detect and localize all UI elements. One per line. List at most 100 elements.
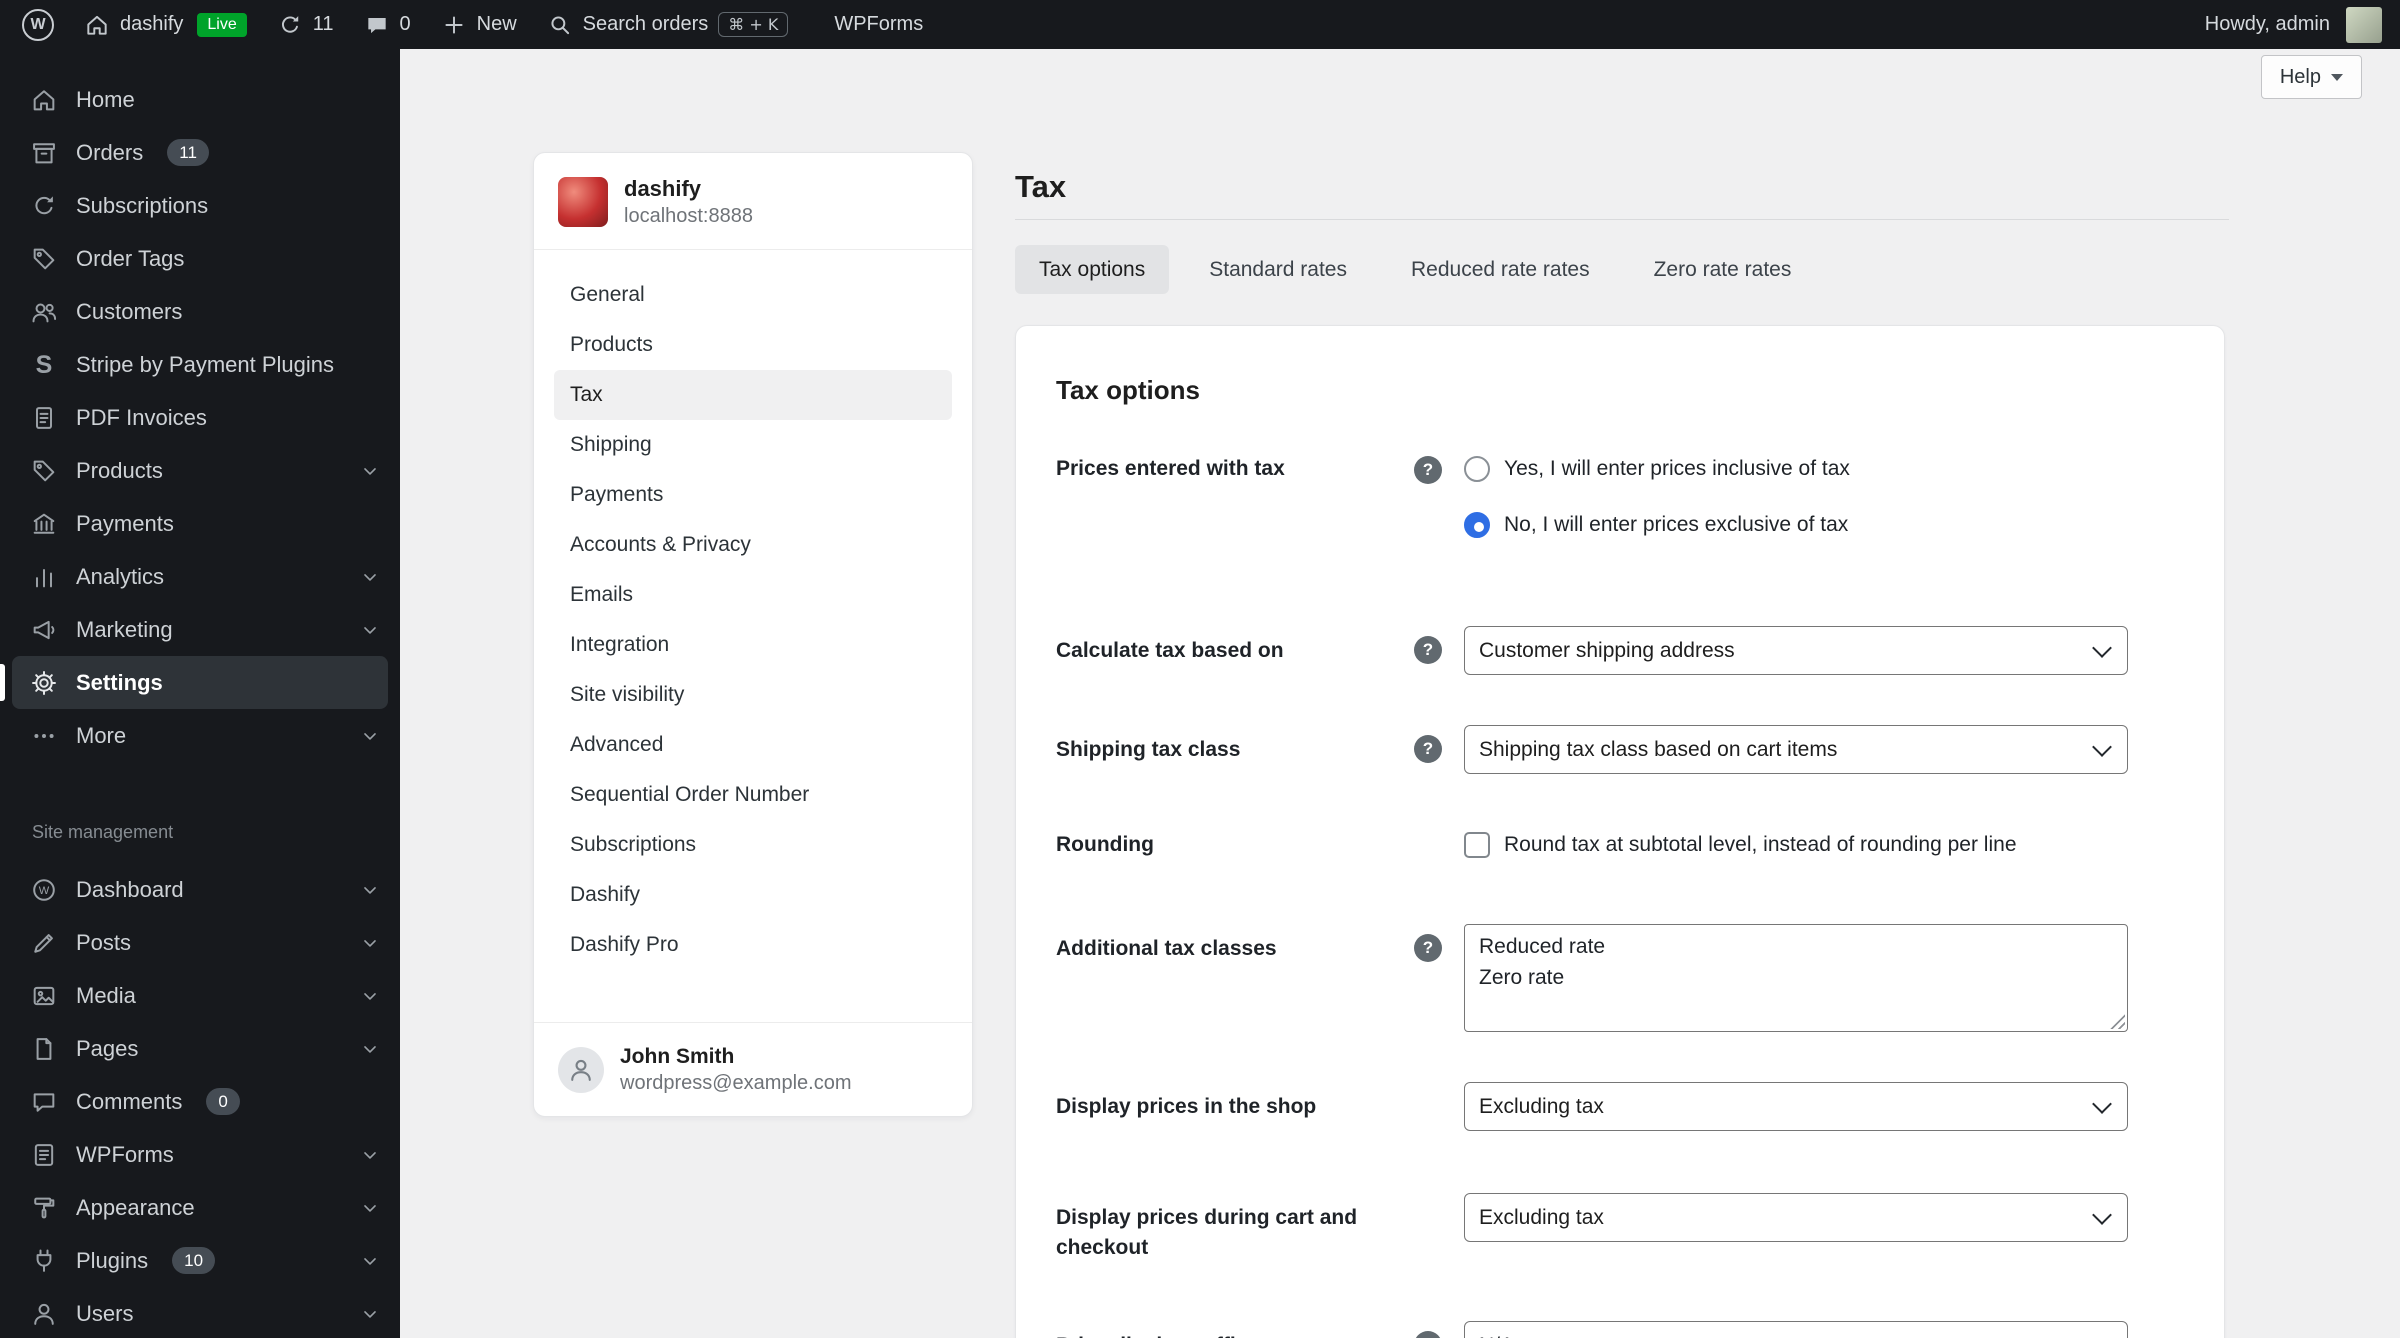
plus-icon <box>441 12 467 38</box>
sidebar-item-orders[interactable]: Orders 11 <box>0 126 400 179</box>
help-icon[interactable] <box>1414 636 1442 664</box>
chevron-down-icon <box>360 567 380 587</box>
chevron-down-icon <box>360 1251 380 1271</box>
sidebar-item-label: Stripe by Payment Plugins <box>76 351 335 377</box>
sidebar-item-label: Orders <box>76 139 144 165</box>
comments-count: 0 <box>399 13 411 35</box>
tab-reduced-rate-rates[interactable]: Reduced rate rates <box>1387 245 1614 294</box>
page-title: Tax <box>1015 169 1067 204</box>
settings-nav-site-visibility[interactable]: Site visibility <box>554 670 952 720</box>
settings-nav-integration[interactable]: Integration <box>554 620 952 670</box>
sidebar-item-pdf-invoices[interactable]: PDF Invoices <box>0 391 400 444</box>
sidebar-item-label: Dashboard <box>76 876 184 902</box>
settings-nav-advanced[interactable]: Advanced <box>554 720 952 770</box>
sidebar-item-settings[interactable]: Settings <box>0 656 388 709</box>
settings-nav-accounts-privacy[interactable]: Accounts & Privacy <box>554 520 952 570</box>
radio-prices-exclusive[interactable]: No, I will enter prices exclusive of tax <box>1464 510 2128 540</box>
search-orders-button[interactable]: Search orders ⌘ + K <box>547 12 789 38</box>
sidebar-item-label: WPForms <box>76 1141 174 1167</box>
sidebar-item-appearance[interactable]: Appearance <box>0 1181 400 1234</box>
payments-icon <box>30 510 58 538</box>
wordpress-logo-icon[interactable]: W <box>22 8 54 41</box>
pages-icon <box>30 1035 58 1063</box>
user-avatar[interactable] <box>2346 6 2382 43</box>
sidebar-item-customers[interactable]: Customers <box>0 285 400 338</box>
settings-nav-shipping[interactable]: Shipping <box>554 420 952 470</box>
site-home-link[interactable]: dashify Live <box>84 12 247 38</box>
additional-tax-classes-textarea[interactable]: Reduced rate Zero rate <box>1464 924 2128 1032</box>
settings-nav-subscriptions[interactable]: Subscriptions <box>554 820 952 870</box>
sidebar-item-pages[interactable]: Pages <box>0 1022 400 1075</box>
settings-nav-general[interactable]: General <box>554 270 952 320</box>
settings-nav-dashify[interactable]: Dashify <box>554 870 952 920</box>
sidebar-item-label: Order Tags <box>76 245 185 271</box>
sidebar-item-products[interactable]: Products <box>0 444 400 497</box>
settings-nav-emails[interactable]: Emails <box>554 570 952 620</box>
chevron-down-icon <box>360 1198 380 1218</box>
wpforms-menu[interactable]: WPForms <box>834 13 923 36</box>
new-content-button[interactable]: New <box>441 12 517 38</box>
updates-count: 11 <box>312 13 334 35</box>
field-display-prices-cart: Display prices during cart and checkout … <box>1056 1193 2184 1263</box>
radio-prices-inclusive[interactable]: Yes, I will enter prices inclusive of ta… <box>1464 454 2128 484</box>
rounding-checkbox-row[interactable]: Round tax at subtotal level, instead of … <box>1464 830 2128 860</box>
settings-nav-list: General Products Tax Shipping Payments A… <box>534 250 972 1000</box>
sidebar-item-payments[interactable]: Payments <box>0 497 400 550</box>
tab-standard-rates[interactable]: Standard rates <box>1185 245 1371 294</box>
sidebar-item-subscriptions[interactable]: Subscriptions <box>0 179 400 232</box>
user-email: wordpress@example.com <box>620 1072 852 1094</box>
comments-count-badge: 0 <box>206 1088 240 1115</box>
radio-button-checked-icon <box>1464 512 1490 538</box>
site-management-label: Site management <box>32 822 174 842</box>
sidebar-item-more[interactable]: More <box>0 709 400 762</box>
sidebar-item-wpforms[interactable]: WPForms <box>0 1128 400 1181</box>
settings-nav-payments[interactable]: Payments <box>554 470 952 520</box>
home-icon <box>84 12 110 38</box>
more-ellipsis-icon <box>30 722 58 750</box>
home-icon <box>30 86 58 114</box>
help-icon[interactable] <box>1414 735 1442 763</box>
sidebar-item-posts[interactable]: Posts <box>0 916 400 969</box>
products-icon <box>30 457 58 485</box>
sidebar-item-comments[interactable]: Comments 0 <box>0 1075 400 1128</box>
help-icon[interactable] <box>1414 1331 1442 1338</box>
rounding-option-label: Round tax at subtotal level, instead of … <box>1504 833 2017 856</box>
customers-icon <box>30 298 58 326</box>
settings-nav-sequential-order-number[interactable]: Sequential Order Number <box>554 770 952 820</box>
settings-nav-dashify-pro[interactable]: Dashify Pro <box>554 920 952 970</box>
tab-tax-options[interactable]: Tax options <box>1015 245 1170 294</box>
settings-nav-products[interactable]: Products <box>554 320 952 370</box>
sidebar-item-label: More <box>76 722 127 748</box>
sidebar-item-label: Marketing <box>76 616 173 642</box>
display-prices-shop-select[interactable]: Excluding tax <box>1464 1082 2128 1131</box>
media-icon <box>30 982 58 1010</box>
shipping-tax-class-select[interactable]: Shipping tax class based on cart items <box>1464 725 2128 774</box>
help-button[interactable]: Help <box>2260 55 2362 99</box>
help-icon[interactable] <box>1414 456 1442 484</box>
howdy-text[interactable]: Howdy, admin <box>2205 13 2330 36</box>
help-icon[interactable] <box>1414 934 1442 962</box>
sidebar-item-stripe[interactable]: S Stripe by Payment Plugins <box>0 338 400 391</box>
sidebar-item-order-tags[interactable]: Order Tags <box>0 232 400 285</box>
display-prices-cart-select[interactable]: Excluding tax <box>1464 1193 2128 1242</box>
tab-zero-rate-rates[interactable]: Zero rate rates <box>1630 245 1816 294</box>
wpforms-icon <box>30 1141 58 1169</box>
chevron-down-icon <box>360 933 380 953</box>
field-rounding: Rounding Round tax at subtotal level, in… <box>1056 830 2184 860</box>
sidebar-item-users[interactable]: Users <box>0 1287 400 1338</box>
comments-indicator[interactable]: 0 <box>364 12 411 38</box>
sidebar-item-marketing[interactable]: Marketing <box>0 603 400 656</box>
prices-entered-label: Prices entered with tax <box>1056 457 1285 480</box>
sidebar-item-plugins[interactable]: Plugins 10 <box>0 1234 400 1287</box>
site-avatar <box>558 177 608 227</box>
updates-indicator[interactable]: 11 <box>277 12 334 38</box>
sidebar-item-analytics[interactable]: Analytics <box>0 550 400 603</box>
sidebar-item-media[interactable]: Media <box>0 969 400 1022</box>
sidebar-item-dashboard[interactable]: W Dashboard <box>0 863 400 916</box>
price-display-suffix-input[interactable] <box>1464 1321 2128 1338</box>
sidebar-item-label: Settings <box>76 669 163 695</box>
settings-nav-tax[interactable]: Tax <box>554 370 952 420</box>
calculate-tax-select[interactable]: Customer shipping address <box>1464 626 2128 675</box>
sidebar-item-home[interactable]: Home <box>0 73 400 126</box>
chevron-down-icon <box>360 1039 380 1059</box>
